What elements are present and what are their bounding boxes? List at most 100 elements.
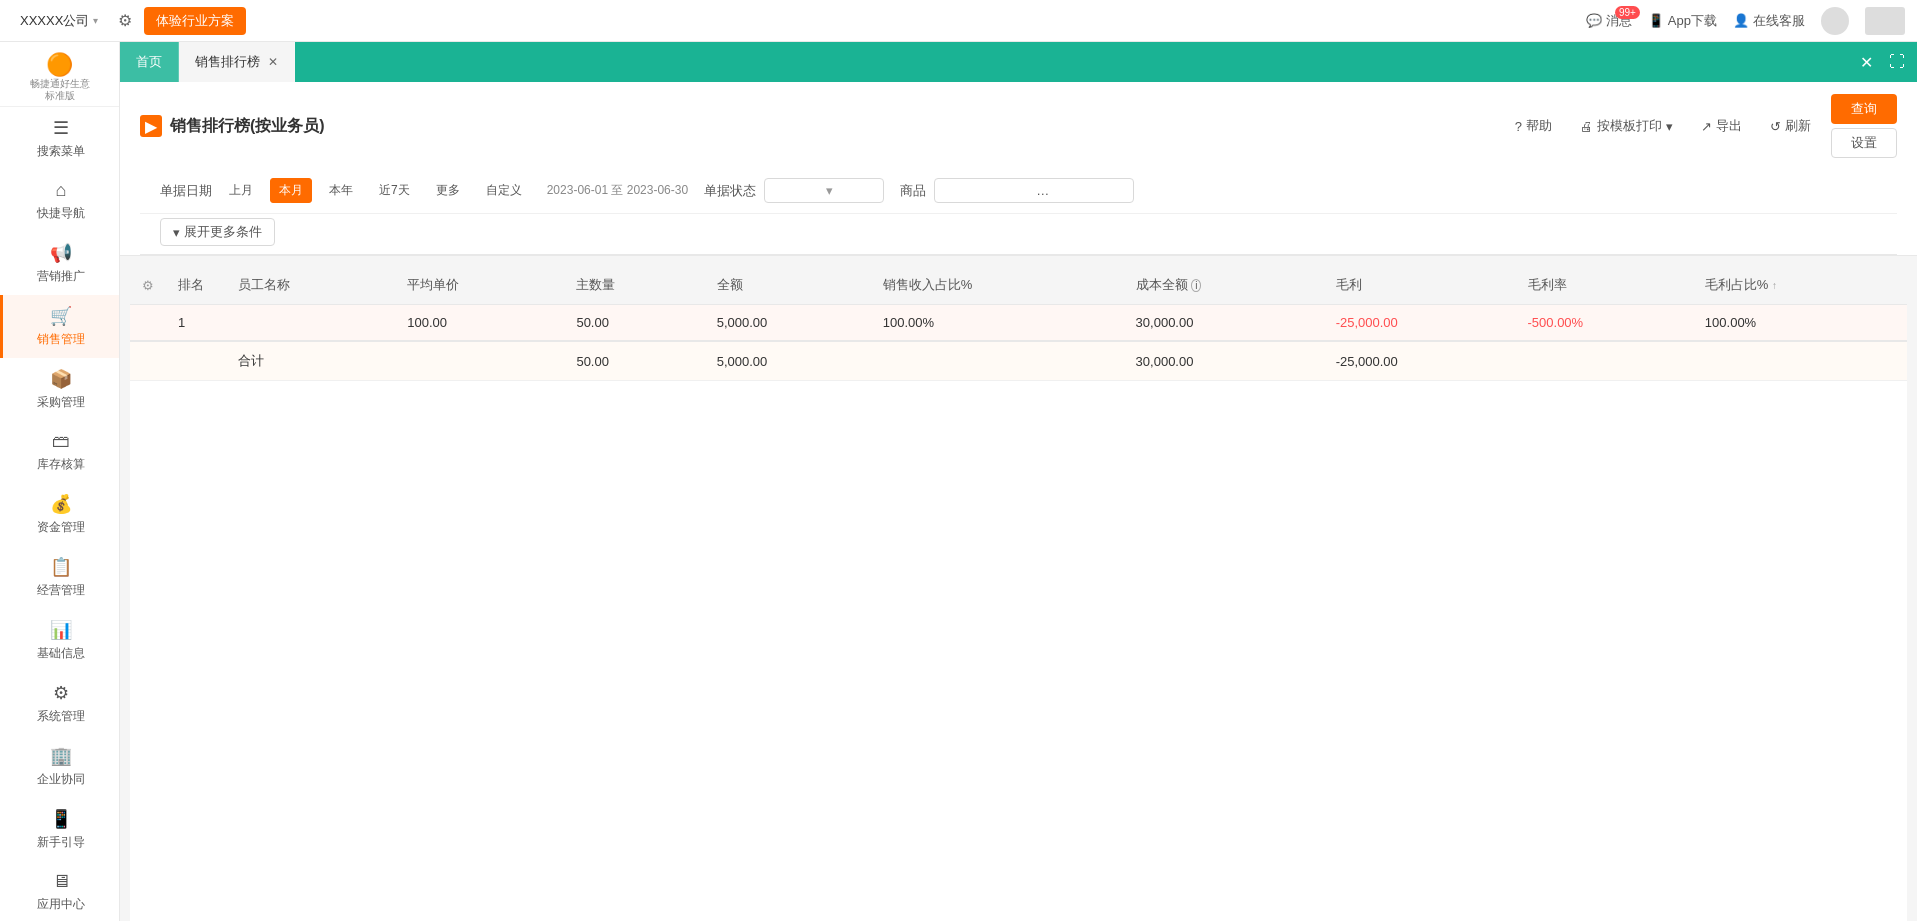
print-button[interactable]: 🖨 按模板打印 ▾ [1572,113,1681,139]
trial-button[interactable]: 体验行业方案 [144,7,246,35]
top-bar-left: XXXXX公司 ▾ ⚙ 体验行业方案 [12,7,1586,35]
inventory-icon: 🗃 [52,431,70,452]
page-back-icon[interactable]: ▶ [140,115,162,137]
date-filter-group: 单据日期 上月 本月 本年 近7天 更多 自定义 [160,178,531,203]
online-service-button[interactable]: 👤 在线客服 [1733,12,1805,30]
th-amount: 全额 [705,266,871,305]
cell-settings [130,305,166,342]
tab-bar-right: ✕ ⛶ [1856,49,1917,76]
footer-empty-4 [871,341,1124,381]
chevron-down-icon: ▾ [93,15,98,26]
company-name: XXXXX公司 [20,12,89,30]
goods-input[interactable]: … [934,178,1134,203]
date-btn-this-month[interactable]: 本月 [270,178,312,203]
export-icon: ↗ [1701,119,1712,134]
user-menu[interactable] [1865,7,1905,35]
column-settings-icon[interactable]: ⚙ [142,278,154,293]
sidebar-item-operations[interactable]: 📋 经营管理 [0,546,119,609]
apps-icon: 🖥 [52,871,70,892]
status-select[interactable]: ▾ [764,178,884,203]
th-gross: 毛利 [1324,266,1516,305]
operations-icon: 📋 [50,556,72,578]
refresh-button[interactable]: ↺ 刷新 [1762,113,1819,139]
sidebar-item-label: 采购管理 [37,394,85,411]
sidebar-item-enterprise[interactable]: 🏢 企业协同 [0,735,119,798]
export-button[interactable]: ↗ 导出 [1693,113,1750,139]
sidebar-item-search[interactable]: ☰ 搜索菜单 [0,107,119,170]
footer-empty-6 [1693,341,1907,381]
tab-home[interactable]: 首页 [120,42,179,82]
purchase-icon: 📦 [50,368,72,390]
cell-avg-price: 100.00 [395,305,564,342]
date-btn-7days[interactable]: 近7天 [370,178,419,203]
content-area: 首页 销售排行榜 ✕ ✕ ⛶ ▶ 销售排行榜(按业务员) [120,42,1917,921]
tab-sales-ranking[interactable]: 销售排行榜 ✕ [179,42,295,82]
avatar[interactable] [1821,7,1849,35]
sidebar-item-sales[interactable]: 🛒 销售管理 [0,295,119,358]
app-icon: 📱 [1648,13,1664,28]
sidebar-item-finance[interactable]: 💰 资金管理 [0,483,119,546]
sidebar-item-label: 应用中心 [37,896,85,913]
table-header-row: ⚙ 排名 员工名称 平均单价 主数量 全额 销售收入占比% 成本全额 i 毛利 … [130,266,1907,305]
sales-icon: 🛒 [50,305,72,327]
sidebar-item-inventory[interactable]: 🗃 库存核算 [0,421,119,483]
company-selector[interactable]: XXXXX公司 ▾ [12,8,106,34]
logo-icon: 🟠 [46,52,73,78]
sidebar-item-label: 新手引导 [37,834,85,851]
expand-button[interactable]: ▾ 展开更多条件 [160,218,275,246]
cell-rank: 1 [166,305,226,342]
sidebar-item-apps[interactable]: 🖥 应用中心 [0,861,119,921]
top-settings-icon[interactable]: ⚙ [114,7,136,34]
page-settings-button[interactable]: 设置 [1831,128,1897,158]
main-layout: 🟠 畅捷通好生意标准版 ☰ 搜索菜单 ⌂ 快捷导航 📢 营销推广 🛒 销售管理 … [0,42,1917,921]
cell-sales-pct: 100.00% [871,305,1124,342]
message-icon: 💬 [1586,13,1602,28]
cell-qty: 50.00 [564,305,704,342]
logo-area: 🟠 畅捷通好生意标准版 [0,42,119,107]
cell-name [226,305,395,342]
sidebar-item-system[interactable]: ⚙ 系统管理 [0,672,119,735]
date-btn-more[interactable]: 更多 [427,178,469,203]
th-avg-price: 平均单价 [395,266,564,305]
tab-close-icon[interactable]: ✕ [268,55,278,69]
table-footer-row: 合计 50.00 5,000.00 30,000.00 -25,000.00 [130,341,1907,381]
refresh-icon: ↺ [1770,119,1781,134]
date-btn-this-year[interactable]: 本年 [320,178,362,203]
footer-qty: 50.00 [564,341,704,381]
query-button[interactable]: 查询 [1831,94,1897,124]
header-actions: ? 帮助 🖨 按模板打印 ▾ ↗ 导出 ↺ [1507,94,1897,158]
tab-close-all-icon[interactable]: ✕ [1856,49,1877,76]
goods-dots-icon[interactable]: … [1036,183,1125,198]
service-icon: 👤 [1733,13,1749,28]
goods-filter-group: 商品 … [900,178,1134,203]
cell-gross-rate: -500.00% [1516,305,1693,342]
date-btn-custom[interactable]: 自定义 [477,178,531,203]
page-title-row: ▶ 销售排行榜(按业务员) ? 帮助 🖨 按模板打印 ▾ [140,94,1897,168]
sidebar-item-purchase[interactable]: 📦 采购管理 [0,358,119,421]
sidebar-item-basic-info[interactable]: 📊 基础信息 [0,609,119,672]
th-settings[interactable]: ⚙ [130,266,166,305]
sidebar-item-guide[interactable]: 📱 新手引导 [0,798,119,861]
page-header: ▶ 销售排行榜(按业务员) ? 帮助 🖨 按模板打印 ▾ [120,82,1917,256]
top-bar: XXXXX公司 ▾ ⚙ 体验行业方案 💬 消息 99+ 📱 App下载 👤 在线… [0,0,1917,42]
basic-info-icon: 📊 [50,619,72,641]
date-btn-last-month[interactable]: 上月 [220,178,262,203]
sidebar-item-label: 销售管理 [37,331,85,348]
app-download-label: App下载 [1668,12,1717,30]
help-icon: ? [1515,119,1522,134]
page-content: ▶ 销售排行榜(按业务员) ? 帮助 🖨 按模板打印 ▾ [120,82,1917,921]
footer-empty-3 [395,341,564,381]
app-download-button[interactable]: 📱 App下载 [1648,12,1717,30]
sidebar-item-label: 快捷导航 [37,205,85,222]
status-filter-group: 单据状态 ▾ [704,178,884,203]
tab-restore-icon[interactable]: ⛶ [1885,49,1909,75]
table-row: 1 100.00 50.00 5,000.00 100.00% 30,000.0… [130,305,1907,342]
help-button[interactable]: ? 帮助 [1507,113,1560,139]
sidebar-item-marketing[interactable]: 📢 营销推广 [0,232,119,295]
sidebar-item-label: 经营管理 [37,582,85,599]
footer-label: 合计 [226,341,395,381]
home-icon: ⌂ [56,180,67,201]
sidebar-item-quick-nav[interactable]: ⌂ 快捷导航 [0,170,119,232]
sidebar-item-label: 库存核算 [37,456,85,473]
message-button[interactable]: 💬 消息 99+ [1586,12,1632,30]
